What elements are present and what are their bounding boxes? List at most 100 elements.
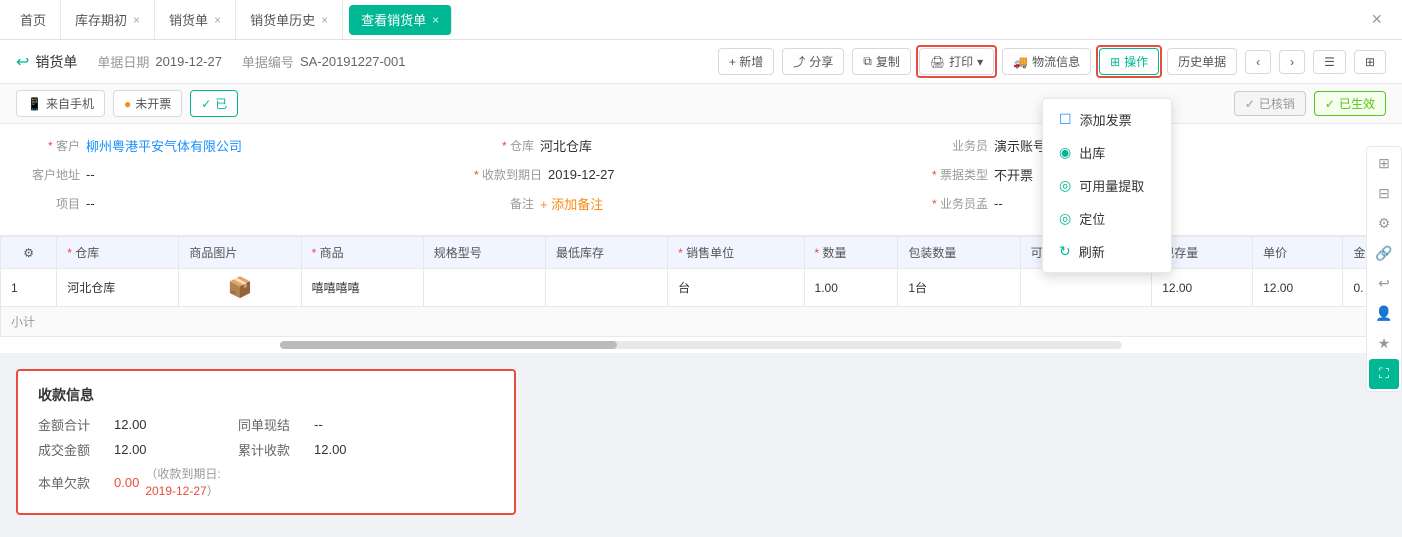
remark-field: 备注 + 添加备注 (474, 194, 928, 213)
check-icon: ✓ (201, 97, 211, 111)
staff-label: 业务员 (928, 137, 988, 154)
staff-value: 演示账号 (994, 136, 1046, 155)
summary-same-order-settle: 同单现结 -- (238, 415, 438, 434)
summary-box: 收款信息 金额合计 12.00 同单现结 -- 成交金额 12.00 累计收款 … (16, 369, 516, 515)
operations-button[interactable]: ⊞ 操作 (1099, 48, 1159, 75)
tab-home[interactable]: 首页 (10, 0, 61, 39)
product-image: 📦 (228, 277, 253, 299)
salesperson-label: 业务员孟 (928, 195, 988, 212)
summary-title: 收款信息 (38, 385, 494, 405)
payment-date-field: 收款到期日 2019-12-27 (474, 166, 928, 183)
from-mobile-button[interactable]: 📱 来自手机 (16, 90, 105, 117)
customer-field: 客户 柳州粤港平安气体有限公司 (20, 136, 474, 155)
tab-close-history[interactable]: × (321, 13, 328, 27)
tab-close-sales[interactable]: × (214, 13, 221, 27)
tab-sales-history[interactable]: 销货单历史 × (236, 0, 343, 39)
add-remark-button[interactable]: + 添加备注 (540, 194, 603, 213)
table-scrollbar[interactable] (280, 341, 1121, 349)
sidebar-layout2-icon[interactable]: ⊟ (1369, 179, 1399, 209)
copy-button[interactable]: ⧉ 复制 (852, 48, 911, 75)
sidebar-expand-icon[interactable]: ⛶ (1369, 359, 1399, 389)
sidebar-star-icon[interactable]: ★ (1369, 329, 1399, 359)
dropdown-add-invoice[interactable]: ☐ 添加发票 (1043, 103, 1171, 136)
summary-deal-amount: 成交金额 12.00 (38, 440, 238, 459)
confirmed-button[interactable]: ✓ 已 (190, 90, 238, 117)
ticket-label: 票据类型 (928, 166, 988, 183)
tab-close-inventory[interactable]: × (133, 13, 140, 27)
window-close-button[interactable]: × (1361, 9, 1392, 30)
row-available (1020, 269, 1152, 307)
table-wrap: ⚙ * 仓库 商品图片 * 商品 规格型号 最低库存 * 销售单位 * 数量 包… (0, 236, 1402, 353)
nav-next-button[interactable]: › (1279, 50, 1305, 74)
col-sales-unit: * 销售单位 (668, 237, 804, 269)
tab-view-sales[interactable]: 查看销货单 × (349, 5, 452, 35)
doc-title-text: 销货单 (35, 52, 77, 72)
sidebar-user-icon[interactable]: 👤 (1369, 299, 1399, 329)
doc-title: ↩ 销货单 (16, 52, 77, 72)
qty-icon: ◎ (1059, 177, 1071, 194)
nav-prev-button[interactable]: ‹ (1245, 50, 1271, 74)
effective-badge: ✓ 已生效 (1314, 91, 1386, 116)
row-warehouse: 河北仓库 (57, 269, 179, 307)
doc-no-field: 单据编号 SA-20191227-001 (242, 52, 406, 71)
sidebar-link-icon[interactable]: 🔗 (1369, 239, 1399, 269)
row-no: 1 (1, 269, 57, 307)
share-button[interactable]: ⤴ 分享 (782, 48, 844, 75)
col-pack-qty: 包装数量 (898, 237, 1020, 269)
project-value: -- (86, 196, 95, 211)
row-product: 嘻嘻嘻嘻 (301, 269, 423, 307)
toolbar-row: 📱 来自手机 ● 未开票 ✓ 已 ✓ 已核销 ✓ 已生效 (0, 84, 1402, 124)
summary-area: 收款信息 金额合计 12.00 同单现结 -- 成交金额 12.00 累计收款 … (0, 353, 1402, 537)
dropdown-locate[interactable]: ◎ 定位 (1043, 202, 1171, 235)
row-current-stock: 12.00 (1152, 269, 1253, 307)
form-row-2: 客户地址 -- 收款到期日 2019-12-27 票据类型 不开票 (20, 165, 1382, 184)
row-sales-unit: 台 (668, 269, 804, 307)
warehouse-label: 仓库 (474, 137, 534, 154)
table-row: 1 河北仓库 📦 嘻嘻嘻嘻 台 1.00 1台 12.00 12.00 0. (1, 269, 1402, 307)
print-dropdown-arrow[interactable]: ▾ (977, 55, 983, 69)
invoice-icon: ☐ (1059, 111, 1072, 128)
col-unit-price: 单价 (1253, 237, 1343, 269)
tab-close-view[interactable]: × (432, 13, 439, 27)
logistics-button[interactable]: 🚚 物流信息 (1002, 48, 1091, 75)
history-button[interactable]: 历史单据 (1167, 48, 1237, 75)
customer-label: 客户 (20, 137, 80, 154)
tab-inventory-init[interactable]: 库存期初 × (61, 0, 155, 39)
detail-view-button[interactable]: ⊞ (1354, 50, 1386, 74)
copy-icon: ⧉ (863, 54, 872, 69)
doc-actions: + 新增 ⤴ 分享 ⧉ 复制 🖨 打印 ▾ 🚚 物流信息 (718, 48, 1386, 75)
col-quantity: * 数量 (804, 237, 898, 269)
sidebar-settings-icon[interactable]: ⚙ (1369, 209, 1399, 239)
ticket-value: 不开票 (994, 165, 1033, 184)
project-field: 项目 -- (20, 195, 474, 212)
salesperson-value: -- (994, 196, 1003, 211)
circle-icon: ● (124, 97, 131, 111)
col-min-stock: 最低库存 (545, 237, 667, 269)
check-canceled-icon: ✓ (1245, 97, 1255, 111)
dropdown-refresh[interactable]: ↻ 刷新 (1043, 235, 1171, 268)
list-view-button[interactable]: ☰ (1313, 50, 1346, 74)
addr-value: -- (86, 167, 95, 182)
addr-label: 客户地址 (20, 166, 80, 183)
col-product: * 商品 (301, 237, 423, 269)
doc-no-value: SA-20191227-001 (300, 54, 406, 69)
subtotal-row: 小计 (1, 307, 1402, 337)
col-spec: 规格型号 (423, 237, 545, 269)
customer-value[interactable]: 柳州粤港平安气体有限公司 (86, 136, 242, 155)
check-effective-icon: ✓ (1325, 97, 1335, 111)
row-product-img: 📦 (179, 269, 301, 307)
summary-grid: 金额合计 12.00 同单现结 -- 成交金额 12.00 累计收款 12.00… (38, 415, 494, 499)
dropdown-outbound[interactable]: ◉ 出库 (1043, 136, 1171, 169)
dropdown-available-qty[interactable]: ◎ 可用量提取 (1043, 169, 1171, 202)
project-label: 项目 (20, 195, 80, 212)
new-button[interactable]: + 新增 (718, 48, 774, 75)
truck-icon: 🚚 (1013, 55, 1028, 69)
summary-total-amount: 金额合计 12.00 (38, 415, 238, 434)
col-gear[interactable]: ⚙ (1, 237, 57, 269)
tab-sales-order[interactable]: 销货单 × (155, 0, 236, 39)
print-button[interactable]: 🖨 打印 ▾ (919, 48, 994, 75)
sidebar-layout1-icon[interactable]: ⊞ (1369, 149, 1399, 179)
not-opened-button[interactable]: ● 未开票 (113, 90, 182, 117)
right-sidebar: ⊞ ⊟ ⚙ 🔗 ↩ 👤 ★ ⛶ (1366, 146, 1402, 392)
sidebar-rotate-icon[interactable]: ↩ (1369, 269, 1399, 299)
